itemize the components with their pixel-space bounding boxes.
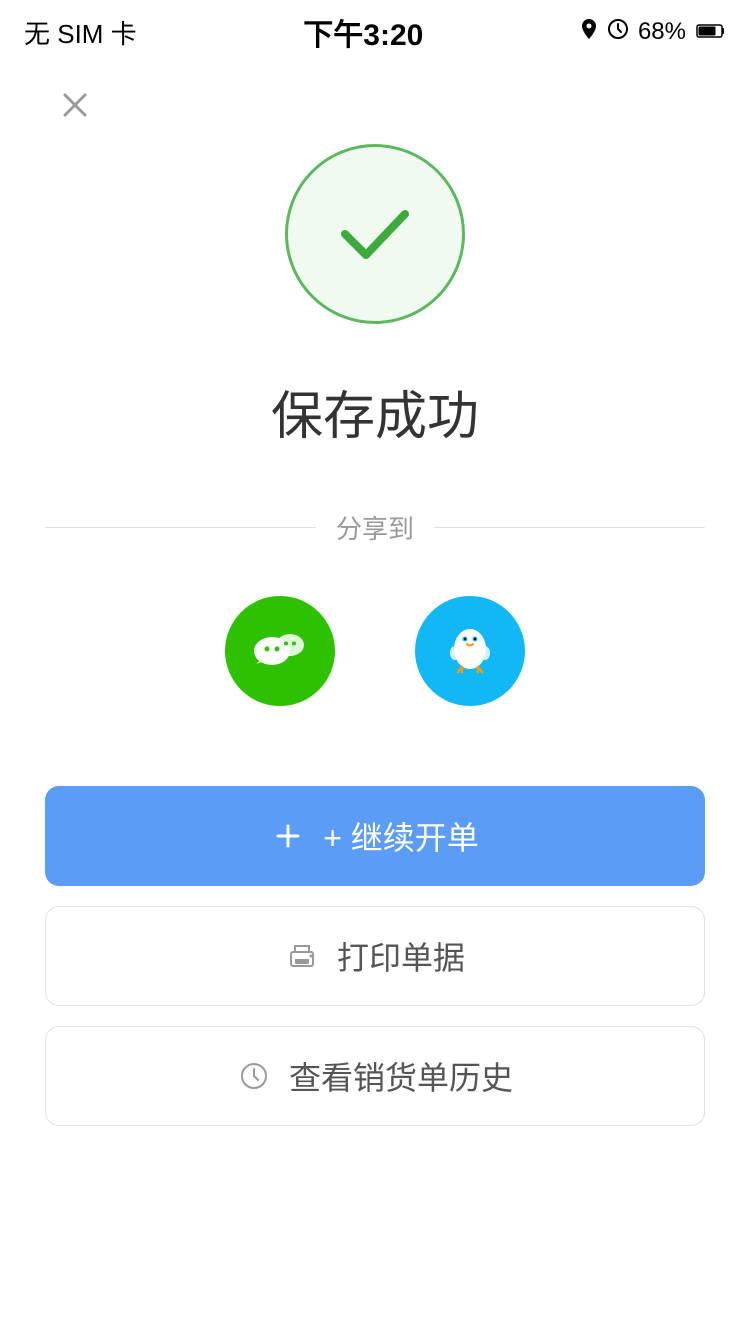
print-label: 打印单据: [337, 933, 465, 979]
print-button[interactable]: 打印单据: [45, 906, 705, 1006]
share-icons-row: [225, 596, 525, 706]
share-qq-button[interactable]: [415, 596, 525, 706]
continue-button[interactable]: + 继续开单: [45, 786, 705, 886]
main-content: 保存成功 分享到: [0, 64, 750, 1126]
plus-icon: [271, 819, 305, 853]
close-button[interactable]: [50, 80, 100, 130]
battery-text: 68%: [638, 18, 686, 46]
share-wechat-button[interactable]: [225, 596, 335, 706]
divider-line-right: [434, 527, 705, 528]
divider-line-left: [45, 527, 316, 528]
status-time: 下午3:20: [303, 10, 423, 54]
history-icon: [237, 1059, 271, 1093]
action-buttons: + 继续开单 打印单据 查看销货单历史: [45, 786, 705, 1126]
location-icon: [580, 18, 598, 47]
clock-icon: [608, 18, 628, 46]
checkmark-icon: [330, 189, 420, 279]
wechat-icon: [248, 619, 312, 683]
history-button[interactable]: 查看销货单历史: [45, 1026, 705, 1126]
qq-icon: [438, 619, 502, 683]
continue-label: + 继续开单: [323, 813, 479, 859]
status-right: 68%: [580, 18, 726, 47]
battery-icon: [696, 18, 726, 46]
success-title: 保存成功: [271, 374, 479, 449]
share-label: 分享到: [336, 509, 414, 546]
success-icon-circle: [285, 144, 465, 324]
share-divider: 分享到: [45, 509, 705, 546]
printer-icon: [285, 939, 319, 973]
history-label: 查看销货单历史: [289, 1053, 513, 1099]
status-carrier: 无 SIM 卡: [24, 14, 147, 51]
status-bar: 无 SIM 卡 下午3:20 68%: [0, 0, 750, 64]
carrier-text: 无 SIM 卡: [24, 14, 137, 51]
